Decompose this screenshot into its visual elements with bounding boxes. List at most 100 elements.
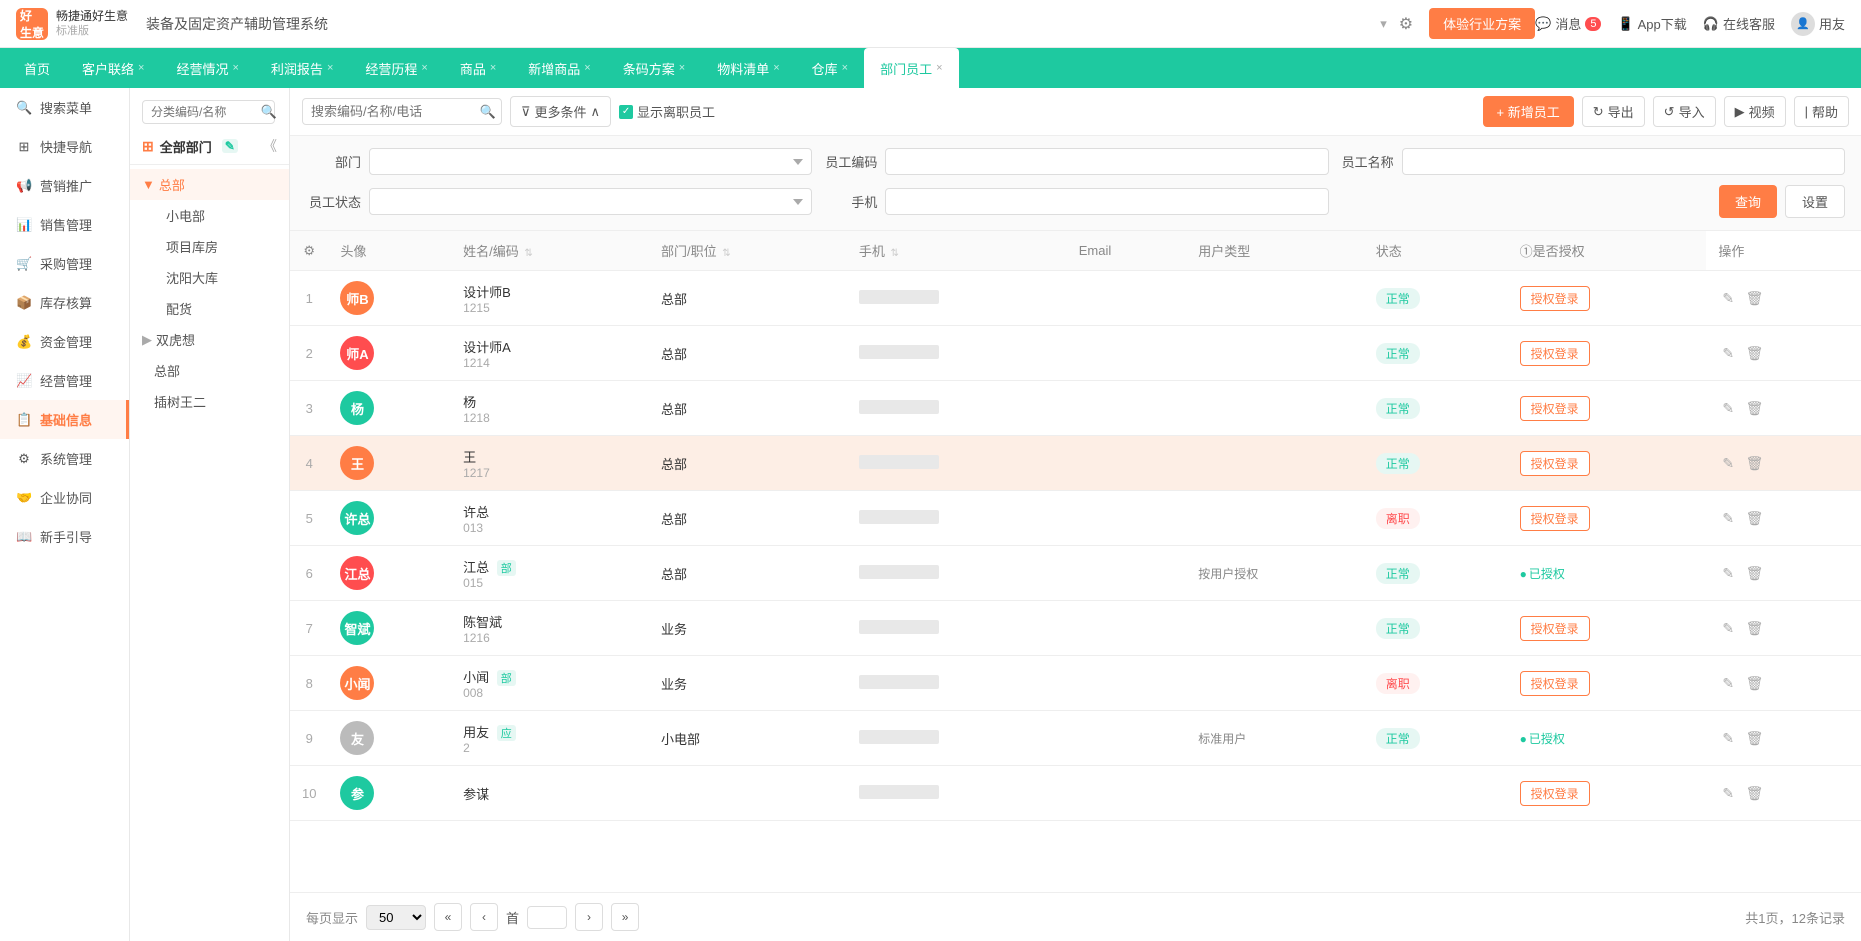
next-page-button[interactable]: › — [575, 903, 603, 931]
dept-node-shenyang[interactable]: 沈阳大库 — [130, 262, 289, 293]
delete-button[interactable]: 🗑 — [1742, 618, 1768, 639]
delete-button[interactable]: 🗑 — [1742, 728, 1768, 749]
sidebar-item-finance[interactable]: 💰 资金管理 — [0, 322, 129, 361]
sidebar-item-shortcut[interactable]: ⊞ 快捷导航 — [0, 127, 129, 166]
trial-button[interactable]: 体验行业方案 — [1429, 8, 1535, 39]
close-icon[interactable]: × — [584, 62, 590, 74]
page-input[interactable]: 1 — [527, 906, 567, 929]
edit-button[interactable]: ✎ — [1718, 508, 1738, 529]
auth-button[interactable]: 授权登录 — [1520, 341, 1590, 366]
auth-button[interactable]: 授权登录 — [1520, 781, 1590, 806]
dept-node-shuanghu[interactable]: ▶双虎想 — [130, 324, 289, 355]
nav-tab-add-product[interactable]: 新增商品 × — [512, 48, 606, 88]
dept-node-headquarter[interactable]: ▼总部 — [130, 169, 289, 200]
delete-button[interactable]: 🗑 — [1742, 288, 1768, 309]
settings-submit-button[interactable]: 设置 — [1785, 185, 1845, 218]
message-button[interactable]: 💬 消息 5 — [1535, 14, 1601, 33]
dept-edit-icon[interactable]: ✎ — [222, 139, 238, 153]
edit-button[interactable]: ✎ — [1718, 618, 1738, 639]
nav-tab-bom[interactable]: 物料清单 × — [701, 48, 795, 88]
first-page-button[interactable]: « — [434, 903, 462, 931]
dept-filter-select[interactable] — [369, 148, 812, 175]
edit-button[interactable]: ✎ — [1718, 398, 1738, 419]
help-button[interactable]: | 帮助 — [1794, 96, 1849, 127]
delete-button[interactable]: 🗑 — [1742, 508, 1768, 529]
nav-tab-barcode[interactable]: 条码方案 × — [607, 48, 701, 88]
auth-button[interactable]: 授权登录 — [1520, 616, 1590, 641]
close-icon[interactable]: × — [490, 62, 496, 74]
delete-button[interactable]: 🗑 — [1742, 453, 1768, 474]
view-button[interactable]: ▶ 视频 — [1724, 96, 1786, 127]
prev-page-button[interactable]: ‹ — [470, 903, 498, 931]
nav-tab-operation[interactable]: 经营情况 × — [160, 48, 254, 88]
sidebar-item-sales[interactable]: 📊 销售管理 — [0, 205, 129, 244]
phone-filter-input[interactable] — [885, 188, 1328, 215]
delete-button[interactable]: 🗑 — [1742, 398, 1768, 419]
per-page-select[interactable]: 50 100 200 — [366, 905, 426, 930]
add-employee-button[interactable]: + 新增员工 — [1483, 96, 1574, 127]
edit-button[interactable]: ✎ — [1718, 783, 1738, 804]
dept-all-item[interactable]: ⊞ 全部部门 ✎ 《 — [130, 128, 289, 165]
col-name[interactable]: 姓名/编码 ⇅ — [451, 231, 649, 271]
export-button[interactable]: ↻ 导出 — [1582, 96, 1645, 127]
edit-button[interactable]: ✎ — [1718, 453, 1738, 474]
show-resigned-toggle[interactable]: ✓ 显示离职员工 — [619, 102, 715, 121]
sidebar-item-collab[interactable]: 🤝 企业协同 — [0, 478, 129, 517]
system-dropdown-arrow[interactable]: ▾ — [1380, 16, 1387, 32]
col-settings[interactable]: ⚙ — [290, 231, 328, 271]
nav-tab-history[interactable]: 经营历程 × — [349, 48, 443, 88]
auth-button[interactable]: 授权登录 — [1520, 396, 1590, 421]
dept-node-peihe[interactable]: 配货 — [130, 293, 289, 324]
edit-button[interactable]: ✎ — [1718, 563, 1738, 584]
settings-icon[interactable]: ⚙ — [1399, 14, 1413, 34]
collapse-tree-button[interactable]: 《 — [263, 136, 277, 156]
sidebar-item-inventory[interactable]: 📦 库存核算 — [0, 283, 129, 322]
sidebar-item-business[interactable]: 📈 经营管理 — [0, 361, 129, 400]
close-icon[interactable]: × — [421, 62, 427, 74]
close-icon[interactable]: × — [936, 62, 942, 74]
import-button[interactable]: ↺ 导入 — [1653, 96, 1716, 127]
emp-status-select[interactable] — [369, 188, 812, 215]
close-icon[interactable]: × — [773, 62, 779, 74]
dept-search-input[interactable] — [142, 100, 275, 124]
search-button[interactable]: 🔍 — [480, 104, 496, 120]
edit-button[interactable]: ✎ — [1718, 728, 1738, 749]
nav-tab-home[interactable]: 首页 — [8, 48, 66, 88]
nav-tab-product[interactable]: 商品 × — [444, 48, 512, 88]
nav-tab-employees[interactable]: 部门员工 × — [864, 48, 958, 88]
col-phone[interactable]: 手机 ⇅ — [847, 231, 1067, 271]
user-menu[interactable]: 👤 用友 — [1791, 12, 1845, 36]
online-service-button[interactable]: 🎧 在线客服 — [1703, 14, 1775, 33]
auth-button[interactable]: 授权登录 — [1520, 451, 1590, 476]
edit-button[interactable]: ✎ — [1718, 343, 1738, 364]
emp-code-input[interactable] — [885, 148, 1328, 175]
close-icon[interactable]: × — [138, 62, 144, 74]
app-download-button[interactable]: 📱 App下载 — [1617, 14, 1686, 33]
dept-search-icon[interactable]: 🔍 — [261, 104, 277, 120]
delete-button[interactable]: 🗑 — [1742, 563, 1768, 584]
search-input[interactable] — [302, 98, 502, 125]
close-icon[interactable]: × — [327, 62, 333, 74]
delete-button[interactable]: 🗑 — [1742, 673, 1768, 694]
delete-button[interactable]: 🗑 — [1742, 343, 1768, 364]
sidebar-item-search[interactable]: 🔍 搜索菜单 — [0, 88, 129, 127]
auth-button[interactable]: 授权登录 — [1520, 286, 1590, 311]
close-icon[interactable]: × — [842, 62, 848, 74]
dept-node-project[interactable]: 项目库房 — [130, 231, 289, 262]
edit-button[interactable]: ✎ — [1718, 288, 1738, 309]
emp-name-input[interactable] — [1402, 148, 1845, 175]
search-submit-button[interactable]: 查询 — [1719, 185, 1777, 218]
last-page-button[interactable]: » — [611, 903, 639, 931]
close-icon[interactable]: × — [679, 62, 685, 74]
nav-tab-customer[interactable]: 客户联络 × — [66, 48, 160, 88]
close-icon[interactable]: × — [232, 62, 238, 74]
sidebar-item-guide[interactable]: 📖 新手引导 — [0, 517, 129, 556]
dept-node-small-electric[interactable]: 小电部 — [130, 200, 289, 231]
col-dept[interactable]: 部门/职位 ⇅ — [649, 231, 847, 271]
sidebar-item-basic[interactable]: 📋 基础信息 — [0, 400, 129, 439]
sidebar-item-marketing[interactable]: 📢 营销推广 — [0, 166, 129, 205]
auth-button[interactable]: 授权登录 — [1520, 506, 1590, 531]
sidebar-item-purchase[interactable]: 🛒 采购管理 — [0, 244, 129, 283]
delete-button[interactable]: 🗑 — [1742, 783, 1768, 804]
auth-button[interactable]: 授权登录 — [1520, 671, 1590, 696]
